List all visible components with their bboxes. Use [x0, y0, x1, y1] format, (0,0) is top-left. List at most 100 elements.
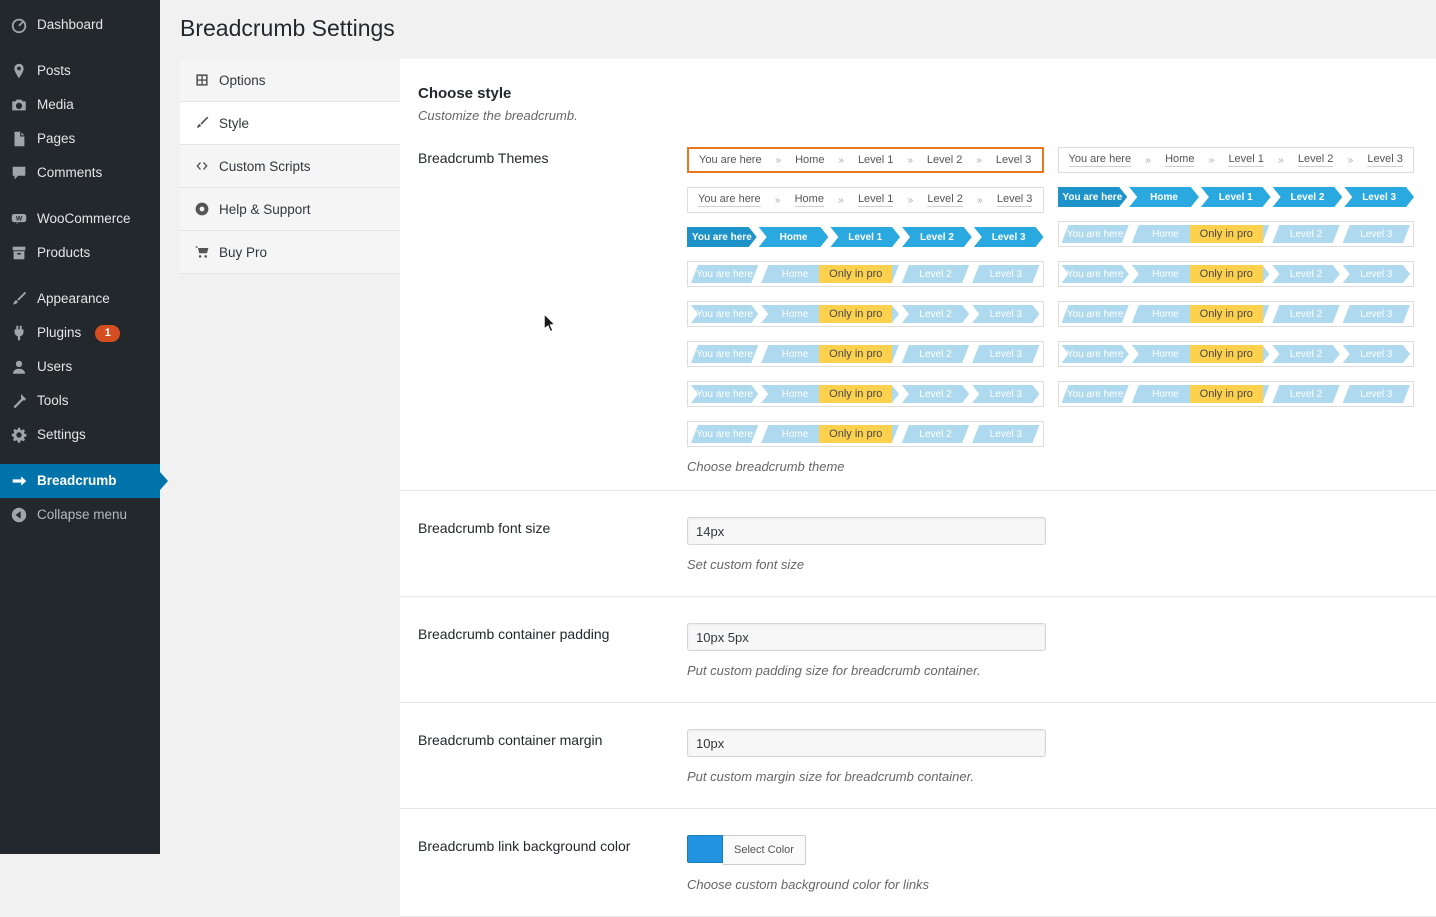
crumb-separator: »: [1348, 155, 1354, 166]
crumb-segment: You are here: [1062, 265, 1129, 283]
font-size-input[interactable]: [687, 517, 1046, 545]
tools-icon: [10, 392, 28, 410]
admin-content: Breadcrumb Settings Options Style Custom…: [160, 0, 1436, 854]
crumb-item: Level 1: [858, 154, 893, 166]
crumb-segment: Level 3: [1343, 305, 1410, 323]
sidebar-item-users[interactable]: Users: [0, 350, 160, 384]
crumb-segment: You are here: [1062, 345, 1129, 363]
only-in-pro-badge: Only in pro: [1190, 225, 1263, 243]
breadcrumb-theme-option-pro[interactable]: You are hereHomeLevel 1Level 2Level 3Onl…: [1058, 341, 1415, 367]
settings-tabs: Options Style Custom Scripts Help & Supp…: [180, 59, 400, 274]
crumb-segment: Level 2: [902, 385, 969, 403]
sidebar-item-label: Dashboard: [37, 16, 103, 34]
crumb-segment: You are here: [691, 385, 758, 403]
crumb-segment: Level 2: [1273, 187, 1343, 207]
crumb-item: You are here: [698, 193, 761, 207]
crumb-separator: »: [838, 155, 844, 166]
container-margin-input[interactable]: [687, 729, 1046, 757]
crumb-segment: Level 3: [974, 227, 1044, 247]
container-margin-caption: Put custom margin size for breadcrumb co…: [687, 769, 1414, 784]
container-padding-input[interactable]: [687, 623, 1046, 651]
crumb-segment: Level 3: [1343, 385, 1410, 403]
breadcrumb-theme-option-pro[interactable]: You are hereHomeLevel 1Level 2Level 3Onl…: [1058, 301, 1415, 327]
only-in-pro-badge: Only in pro: [1190, 385, 1263, 403]
options-icon: [194, 72, 210, 88]
crumb-segment: Level 3: [972, 425, 1039, 443]
cart-icon: [194, 244, 210, 260]
container-margin-setting: Breadcrumb container margin Put custom m…: [400, 703, 1436, 809]
crumb-segment: Level 2: [902, 345, 969, 363]
crumb-segment: You are here: [1058, 187, 1128, 207]
woocommerce-icon: W: [10, 210, 28, 228]
crumb-item: Level 1: [1228, 153, 1263, 167]
sidebar-item-label: Comments: [37, 164, 102, 182]
only-in-pro-badge: Only in pro: [1190, 265, 1263, 283]
admin-sidebar: Dashboard Posts Media Pages Comments W W…: [0, 0, 160, 854]
tab-label: Help & Support: [219, 202, 311, 217]
page-title: Breadcrumb Settings: [160, 0, 1436, 59]
breadcrumb-icon: [10, 472, 28, 490]
settings-icon: [10, 426, 28, 444]
sidebar-item-media[interactable]: Media: [0, 88, 160, 122]
sidebar-item-label: Media: [37, 96, 74, 114]
crumb-separator: »: [775, 195, 781, 206]
container-padding-caption: Put custom padding size for breadcrumb c…: [687, 663, 1414, 678]
tab-custom-scripts[interactable]: Custom Scripts: [180, 145, 400, 188]
sidebar-item-breadcrumb[interactable]: Breadcrumb: [0, 464, 160, 498]
breadcrumb-theme-option[interactable]: You are here»Home»Level 1»Level 2»Level …: [687, 187, 1044, 213]
crumb-segment: You are here: [691, 305, 758, 323]
breadcrumb-theme-option[interactable]: You are here»Home»Level 1»Level 2»Level …: [1058, 147, 1415, 173]
link-background-color-caption: Choose custom background color for links: [687, 877, 1414, 892]
tab-buy-pro[interactable]: Buy Pro: [180, 231, 400, 274]
select-color-button[interactable]: Select Color: [723, 835, 806, 865]
crumb-segment: Level 2: [1272, 265, 1339, 283]
crumb-item: Level 2: [927, 154, 962, 166]
breadcrumb-theme-option[interactable]: You are hereHomeLevel 1Level 2Level 3: [687, 227, 1044, 247]
tab-style[interactable]: Style: [180, 102, 400, 145]
only-in-pro-badge: Only in pro: [819, 345, 892, 363]
sidebar-item-posts[interactable]: Posts: [0, 54, 160, 88]
container-padding-label: Breadcrumb container padding: [418, 623, 687, 678]
breadcrumb-theme-option-selected[interactable]: You are here»Home»Level 1»Level 2»Level …: [687, 147, 1044, 173]
sidebar-item-label: Appearance: [37, 290, 110, 308]
sidebar-item-products[interactable]: Products: [0, 236, 160, 270]
sidebar-item-comments[interactable]: Comments: [0, 156, 160, 190]
crumb-segment: Level 2: [902, 265, 969, 283]
container-padding-setting: Breadcrumb container padding Put custom …: [400, 597, 1436, 703]
breadcrumb-theme-option-pro[interactable]: You are hereHomeLevel 1Level 2Level 3Onl…: [1058, 221, 1415, 247]
themes-caption: Choose breadcrumb theme: [687, 459, 1414, 474]
sidebar-item-settings[interactable]: Settings: [0, 418, 160, 452]
crumb-segment: You are here: [691, 425, 758, 443]
pages-icon: [10, 130, 28, 148]
sidebar-item-collapse-menu[interactable]: Collapse menu: [0, 498, 160, 532]
color-swatch[interactable]: [687, 835, 723, 863]
only-in-pro-badge: Only in pro: [1190, 305, 1263, 323]
breadcrumb-theme-option-pro[interactable]: You are hereHomeLevel 1Level 2Level 3Onl…: [687, 381, 1044, 407]
sidebar-item-pages[interactable]: Pages: [0, 122, 160, 156]
breadcrumb-theme-option-pro[interactable]: You are hereHomeLevel 1Level 2Level 3Onl…: [687, 341, 1044, 367]
sidebar-item-plugins[interactable]: Plugins 1: [0, 316, 160, 350]
breadcrumb-theme-option-pro[interactable]: You are hereHomeLevel 1Level 2Level 3Onl…: [687, 261, 1044, 287]
sidebar-item-tools[interactable]: Tools: [0, 384, 160, 418]
tab-help-support[interactable]: Help & Support: [180, 188, 400, 231]
users-icon: [10, 358, 28, 376]
breadcrumb-theme-option[interactable]: You are hereHomeLevel 1Level 2Level 3: [1058, 187, 1415, 207]
breadcrumb-theme-option-pro[interactable]: You are hereHomeLevel 1Level 2Level 3Onl…: [1058, 381, 1415, 407]
sidebar-item-dashboard[interactable]: Dashboard: [0, 8, 160, 42]
breadcrumb-theme-option-pro[interactable]: You are hereHomeLevel 1Level 2Level 3Onl…: [687, 301, 1044, 327]
crumb-separator: »: [1145, 155, 1151, 166]
sidebar-item-label: Tools: [37, 392, 69, 410]
breadcrumb-theme-option-pro[interactable]: You are hereHomeLevel 1Level 2Level 3Onl…: [687, 421, 1044, 447]
sidebar-item-appearance[interactable]: Appearance: [0, 282, 160, 316]
tab-options[interactable]: Options: [180, 59, 400, 102]
sidebar-item-woocommerce[interactable]: W WooCommerce: [0, 202, 160, 236]
crumb-segment: Level 2: [1272, 305, 1339, 323]
sidebar-item-label: Plugins: [37, 324, 81, 342]
font-size-setting: Breadcrumb font size Set custom font siz…: [400, 491, 1436, 597]
crumb-segment: Level 3: [972, 345, 1039, 363]
sidebar-item-label: Collapse menu: [37, 506, 127, 524]
breadcrumb-theme-option-pro[interactable]: You are hereHomeLevel 1Level 2Level 3Onl…: [1058, 261, 1415, 287]
only-in-pro-badge: Only in pro: [819, 385, 892, 403]
crumb-segment: Level 2: [1272, 345, 1339, 363]
comments-icon: [10, 164, 28, 182]
